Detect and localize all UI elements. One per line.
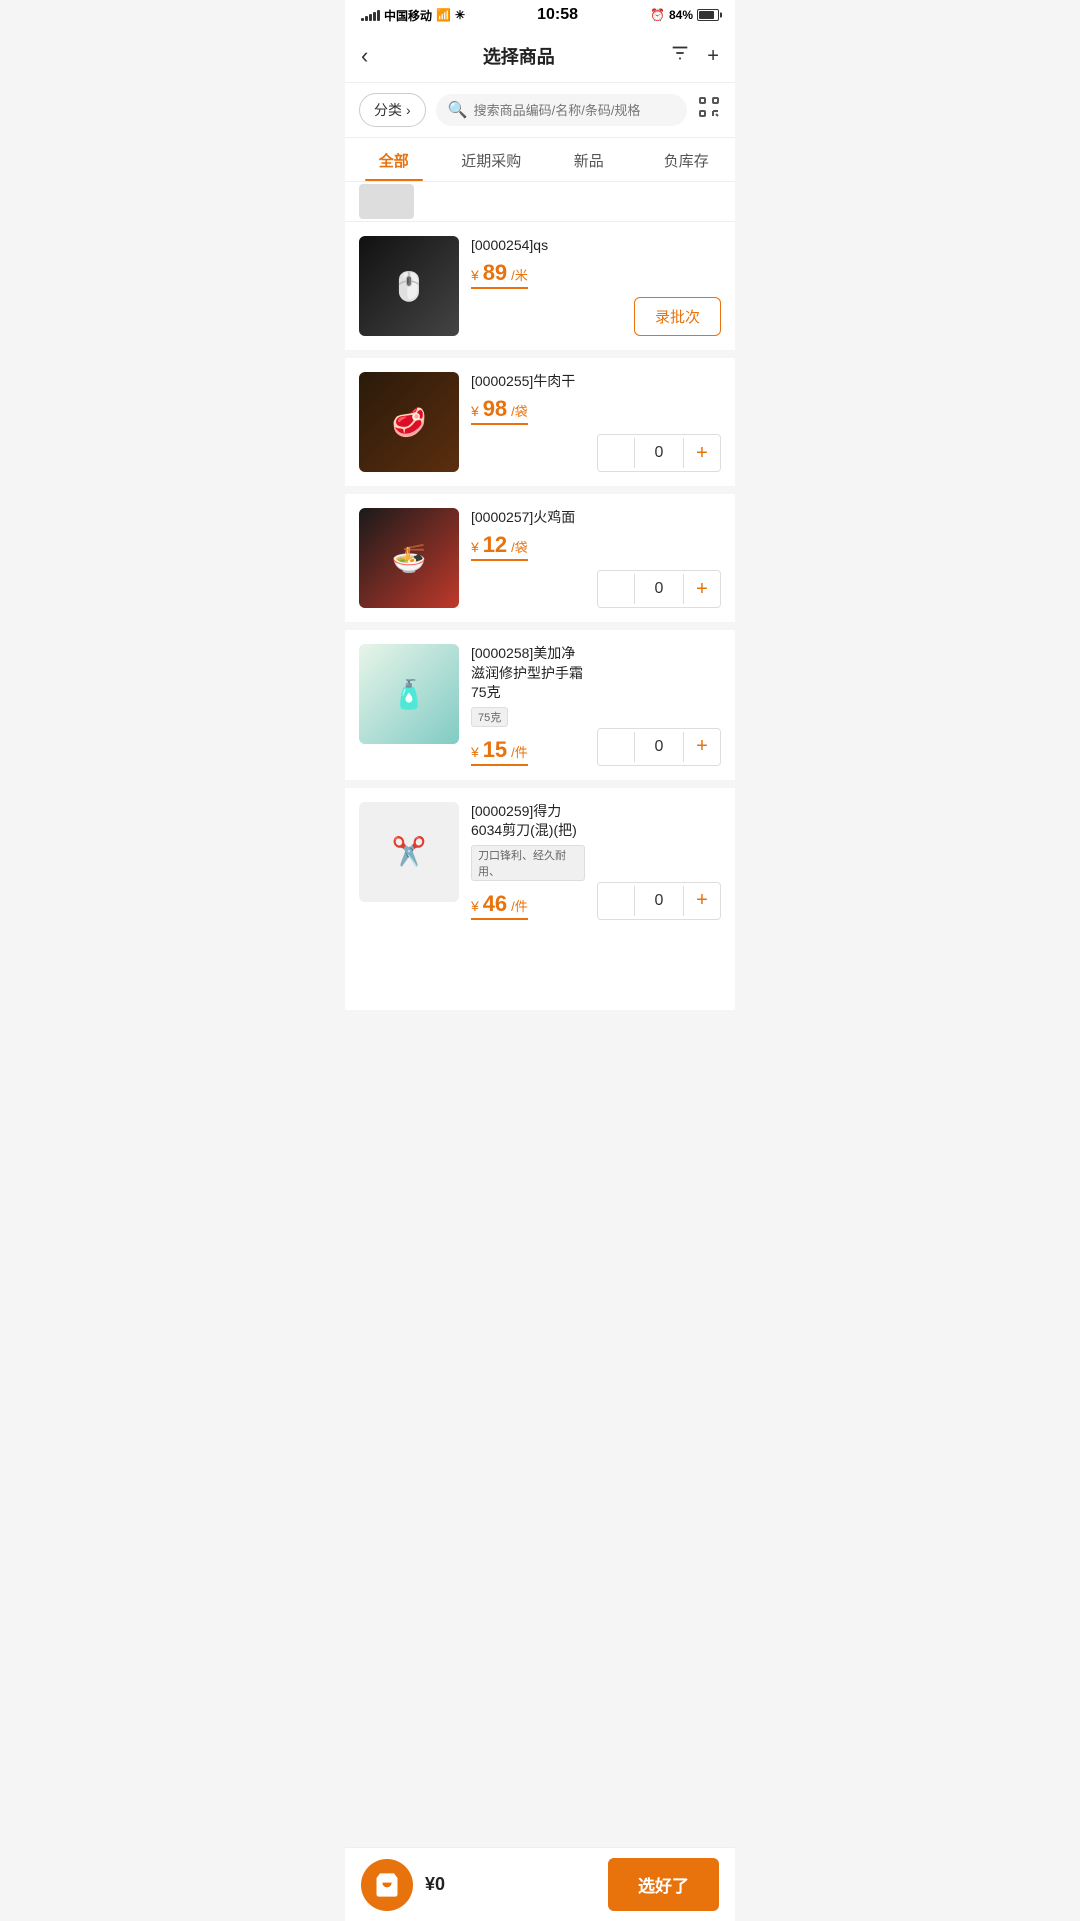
product-name-0000255: [0000255]牛肉干 xyxy=(471,372,585,392)
qty-plus-0000259[interactable]: + xyxy=(684,883,720,919)
product-action-0000259: 0 + xyxy=(597,882,721,920)
product-price-0000257: ¥ 12 /袋 xyxy=(471,532,585,561)
sync-icon: ✳ xyxy=(455,8,465,22)
product-price-0000255: ¥ 98 /袋 xyxy=(471,396,585,425)
product-name-0000254: [0000254]qs xyxy=(471,236,622,256)
product-name-0000257: [0000257]火鸡面 xyxy=(471,508,585,528)
product-item-0000259: ✂️ [0000259]得力6034剪刀(混)(把) 刀口锋利、经久耐用、 ¥ … xyxy=(345,788,735,1010)
cart-icon xyxy=(373,1871,401,1899)
qty-value-0000255: 0 xyxy=(634,438,684,468)
product-img-0000258: 🧴 xyxy=(359,644,459,744)
product-info-0000257: [0000257]火鸡面 ¥ 12 /袋 xyxy=(471,508,585,561)
product-price-0000258: ¥ 15 /件 xyxy=(471,737,585,766)
product-info-0000255: [0000255]牛肉干 ¥ 98 /袋 xyxy=(471,372,585,425)
tab-recent[interactable]: 近期采购 xyxy=(443,138,541,181)
cart-icon-button[interactable] xyxy=(361,1859,413,1911)
product-action-0000255: 0 + xyxy=(597,434,721,472)
qty-minus-0000259[interactable] xyxy=(598,883,634,919)
qty-minus-0000257[interactable] xyxy=(598,571,634,607)
search-input[interactable] xyxy=(474,103,675,118)
qty-minus-0000258[interactable] xyxy=(598,729,634,765)
product-item-0000257: 🍜 [0000257]火鸡面 ¥ 12 /袋 0 + xyxy=(345,494,735,622)
filter-icon[interactable] xyxy=(669,42,691,70)
product-img-0000259: ✂️ xyxy=(359,802,459,902)
tabs-row: 全部 近期采购 新品 负库存 xyxy=(345,138,735,182)
signal-icon xyxy=(361,9,380,21)
page-title: 选择商品 xyxy=(483,43,555,69)
header: ‹ 选择商品 + xyxy=(345,30,735,83)
search-icon: 🔍 xyxy=(448,100,468,120)
product-info-0000254: [0000254]qs ¥ 89 /米 xyxy=(471,236,622,289)
search-input-wrap: 🔍 xyxy=(436,94,687,126)
product-name-0000258: [0000258]美加净滋润修护型护手霜75克 xyxy=(471,644,585,703)
partial-product-img xyxy=(359,184,414,219)
qty-stepper-0000259: 0 + xyxy=(597,882,721,920)
bottom-bar: ¥0 选好了 xyxy=(345,1847,735,1921)
product-item-0000255: 🥩 [0000255]牛肉干 ¥ 98 /袋 0 + xyxy=(345,358,735,486)
product-img-0000254: 🖱️ xyxy=(359,236,459,336)
status-time: 10:58 xyxy=(537,6,578,24)
status-bar: 中国移动 📶 ✳ 10:58 ⏰ 84% xyxy=(345,0,735,30)
product-price-0000259: ¥ 46 /件 xyxy=(471,891,585,920)
qty-minus-0000255[interactable] xyxy=(598,435,634,471)
carrier-label: 中国移动 xyxy=(384,7,432,24)
batch-button-0000254[interactable]: 录批次 xyxy=(634,297,721,336)
confirm-button[interactable]: 选好了 xyxy=(608,1858,719,1911)
product-price-0000254: ¥ 89 /米 xyxy=(471,260,622,289)
scan-icon[interactable] xyxy=(697,95,721,125)
status-left: 中国移动 📶 ✳ xyxy=(361,7,465,24)
search-row: 分类 › 🔍 xyxy=(345,83,735,138)
product-img-0000255: 🥩 xyxy=(359,372,459,472)
partial-product-row xyxy=(345,182,735,222)
qty-value-0000259: 0 xyxy=(634,886,684,916)
product-info-0000258: [0000258]美加净滋润修护型护手霜75克 75克 ¥ 15 /件 xyxy=(471,644,585,766)
product-info-0000259: [0000259]得力6034剪刀(混)(把) 刀口锋利、经久耐用、 ¥ 46 … xyxy=(471,802,585,920)
product-list: 🖱️ [0000254]qs ¥ 89 /米 录批次 🥩 [0000255]牛肉… xyxy=(345,222,735,1010)
add-button[interactable]: + xyxy=(707,45,719,68)
qty-plus-0000255[interactable]: + xyxy=(684,435,720,471)
product-name-0000259: [0000259]得力6034剪刀(混)(把) xyxy=(471,802,585,841)
status-right: ⏰ 84% xyxy=(650,8,719,22)
tab-negative[interactable]: 负库存 xyxy=(638,138,736,181)
back-button[interactable]: ‹ xyxy=(361,43,368,69)
product-item-0000258: 🧴 [0000258]美加净滋润修护型护手霜75克 75克 ¥ 15 /件 0 … xyxy=(345,630,735,780)
product-action-0000258: 0 + xyxy=(597,728,721,766)
qty-stepper-0000258: 0 + xyxy=(597,728,721,766)
header-actions: + xyxy=(669,42,719,70)
qty-plus-0000257[interactable]: + xyxy=(684,571,720,607)
product-tag-0000259: 刀口锋利、经久耐用、 xyxy=(471,845,585,881)
category-button[interactable]: 分类 › xyxy=(359,93,426,127)
qty-value-0000258: 0 xyxy=(634,732,684,762)
product-img-0000257: 🍜 xyxy=(359,508,459,608)
battery-icon xyxy=(697,9,719,21)
product-action-0000257: 0 + xyxy=(597,570,721,608)
cart-total: ¥0 xyxy=(425,1874,596,1895)
qty-stepper-0000255: 0 + xyxy=(597,434,721,472)
product-action-0000254: 录批次 xyxy=(634,297,721,336)
product-item-0000254: 🖱️ [0000254]qs ¥ 89 /米 录批次 xyxy=(345,222,735,350)
tab-all[interactable]: 全部 xyxy=(345,138,443,181)
qty-stepper-0000257: 0 + xyxy=(597,570,721,608)
product-tag-0000258: 75克 xyxy=(471,707,508,727)
qty-plus-0000258[interactable]: + xyxy=(684,729,720,765)
wifi-icon: 📶 xyxy=(436,8,451,22)
battery-pct: 84% xyxy=(669,8,693,22)
qty-value-0000257: 0 xyxy=(634,574,684,604)
tab-new[interactable]: 新品 xyxy=(540,138,638,181)
alarm-icon: ⏰ xyxy=(650,8,665,22)
